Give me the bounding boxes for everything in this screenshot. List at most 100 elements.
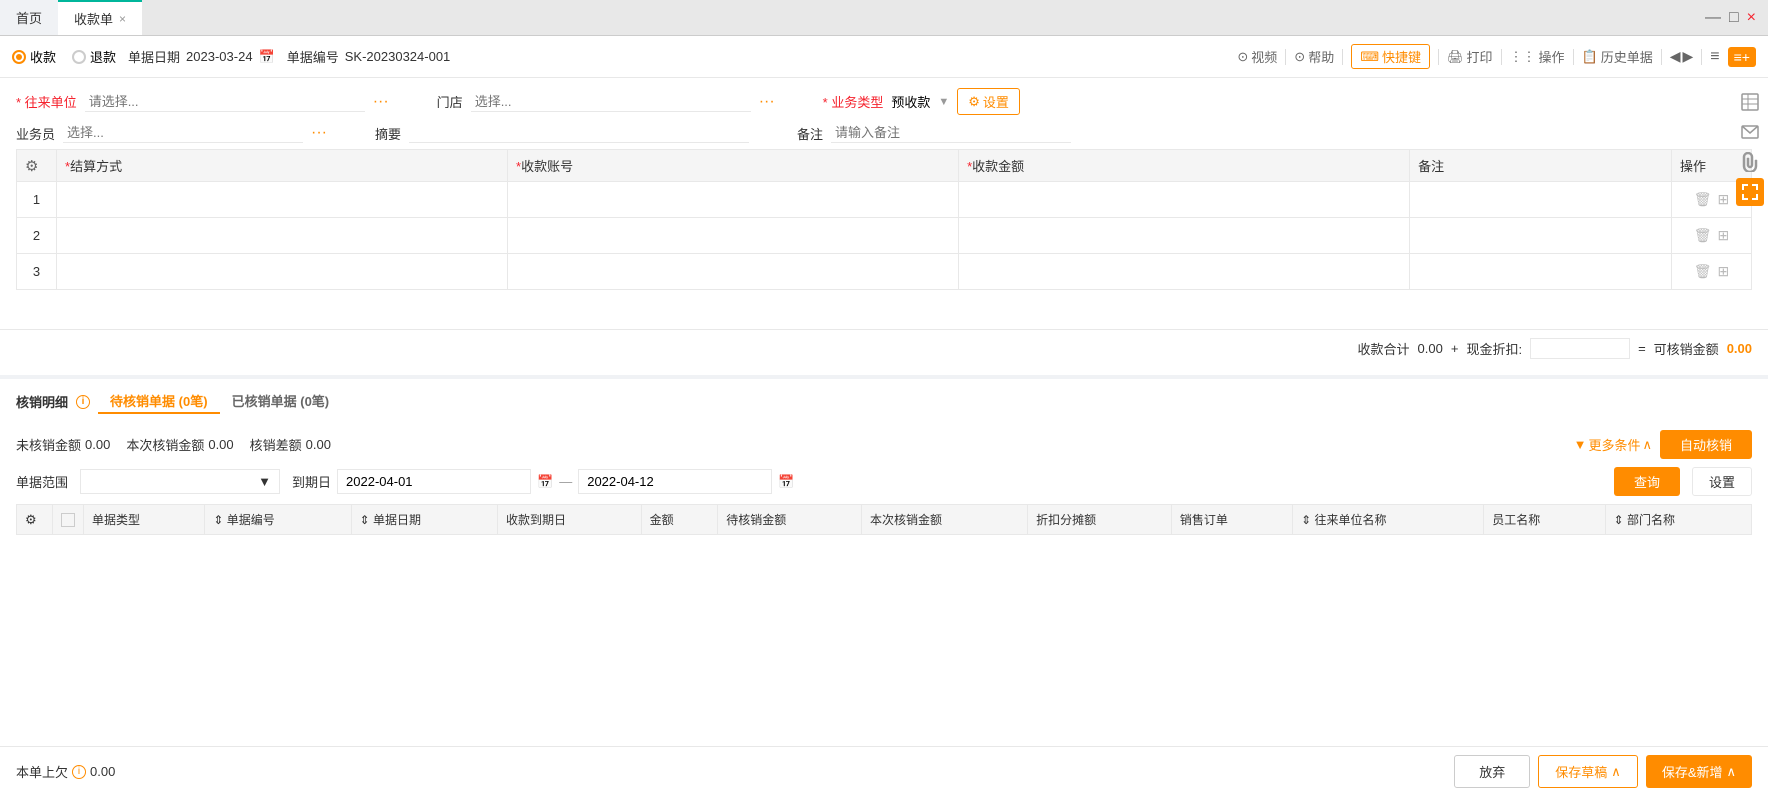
history-btn[interactable]: 📋 历史单据 xyxy=(1582,47,1653,66)
save-draft-button[interactable]: 保存草稿 ∧ xyxy=(1538,755,1638,788)
more-layout-btn[interactable]: ≡+ xyxy=(1728,47,1756,67)
sidebar-clip-icon[interactable] xyxy=(1736,148,1764,176)
tab-pending[interactable]: 待核销单据 (0笔) xyxy=(98,389,220,414)
help-btn[interactable]: ⊙ 帮助 xyxy=(1294,47,1334,66)
uncancelled-label: 未核销金额 xyxy=(16,435,81,454)
row-account-2[interactable] xyxy=(508,218,959,254)
radio-refund[interactable]: 退款 xyxy=(72,47,116,66)
row-note-2[interactable] xyxy=(1410,218,1672,254)
radio-receipt[interactable]: 收款 xyxy=(12,47,56,66)
auto-verify-btn[interactable]: 自动核销 xyxy=(1660,430,1752,459)
due-to-input[interactable] xyxy=(578,469,772,494)
calendar-to-icon[interactable]: 📅 xyxy=(778,474,794,490)
row-settlement-1[interactable] xyxy=(57,182,508,218)
shortcut-btn[interactable]: ⌨ 快捷键 xyxy=(1351,44,1430,69)
more-conditions-arrow: ∧ xyxy=(1642,437,1652,453)
staff-more-icon[interactable]: ··· xyxy=(311,125,327,141)
tab-close-icon[interactable]: × xyxy=(119,12,126,26)
row-settlement-2[interactable] xyxy=(57,218,508,254)
save-draft-label: 保存草稿 xyxy=(1555,762,1607,781)
row-note-1[interactable] xyxy=(1410,182,1672,218)
row-account-3[interactable] xyxy=(508,254,959,290)
calendar-icon[interactable]: 📅 xyxy=(259,49,275,65)
sidebar-expand-icon[interactable] xyxy=(1736,178,1764,206)
keyboard-icon: ⌨ xyxy=(1360,49,1379,65)
verify-gear-icon[interactable]: ⚙ xyxy=(25,512,37,527)
row-copy-1[interactable]: ⊞ xyxy=(1718,191,1730,208)
save-new-arrow: ∧ xyxy=(1726,764,1736,780)
row-delete-2[interactable]: 🗑 xyxy=(1694,227,1712,244)
bottom-info-icon[interactable]: i xyxy=(72,765,86,779)
business-type-dropdown[interactable]: 预收款 ▼ xyxy=(891,92,949,111)
query-btn[interactable]: 查询 xyxy=(1614,467,1680,496)
row-amount-3[interactable] xyxy=(959,254,1410,290)
verify-stats: 未核销金额 0.00 本次核销金额 0.00 核销差额 0.00 ▼ 更多条件 … xyxy=(16,422,1752,467)
row-copy-3[interactable]: ⊞ xyxy=(1718,263,1730,280)
sidebar-table-icon[interactable] xyxy=(1736,88,1764,116)
more-conditions-btn[interactable]: ▼ 更多条件 ∧ xyxy=(1574,435,1652,454)
header-checkbox[interactable] xyxy=(61,513,75,527)
tab-bar: 首页 收款单 × — □ × xyxy=(0,0,1768,36)
row-amount-2[interactable] xyxy=(959,218,1410,254)
row-settlement-3[interactable] xyxy=(57,254,508,290)
store-more-icon[interactable]: ··· xyxy=(759,94,775,110)
row-note-3[interactable] xyxy=(1410,254,1672,290)
verify-settings-btn[interactable]: 设置 xyxy=(1692,467,1752,496)
nav-left-icon[interactable]: ◀ xyxy=(1670,48,1681,65)
table-row: 2 🗑 ⊞ xyxy=(17,218,1752,254)
equals-sign: = xyxy=(1638,341,1646,356)
save-draft-arrow: ∧ xyxy=(1611,764,1621,780)
verify-col-pending: 待核销金额 xyxy=(718,505,862,535)
divider-5 xyxy=(1573,49,1574,65)
done-count: (0笔) xyxy=(300,394,329,409)
calendar-from-icon[interactable]: 📅 xyxy=(537,474,553,490)
row-amount-1[interactable] xyxy=(959,182,1410,218)
verify-col-partner: ⇕ 往来单位名称 xyxy=(1293,505,1484,535)
settings-label: 设置 xyxy=(983,92,1009,111)
store-input[interactable] xyxy=(471,92,751,112)
info-icon[interactable]: i xyxy=(76,395,90,409)
video-btn[interactable]: ⊙ 视频 xyxy=(1237,47,1277,66)
discard-button[interactable]: 放弃 xyxy=(1454,755,1530,788)
table-header-gear[interactable]: ⚙ xyxy=(17,150,57,182)
tab-home[interactable]: 首页 xyxy=(0,0,58,35)
total-label: 收款合计 xyxy=(1358,339,1410,358)
table-row: 1 🗑 ⊞ xyxy=(17,182,1752,218)
gear-icon[interactable]: ⚙ xyxy=(25,158,38,175)
window-maximize-icon[interactable]: □ xyxy=(1729,9,1739,27)
row-copy-2[interactable]: ⊞ xyxy=(1718,227,1730,244)
note-input[interactable] xyxy=(831,123,1071,143)
discount-input[interactable] xyxy=(1530,338,1630,359)
staff-input[interactable] xyxy=(63,123,303,143)
divider-7 xyxy=(1701,49,1702,65)
nav-right-icon[interactable]: ▶ xyxy=(1683,48,1694,65)
row-delete-3[interactable]: 🗑 xyxy=(1694,263,1712,280)
operation-btn[interactable]: ⋮⋮ 操作 xyxy=(1510,47,1565,66)
save-new-label: 保存&新增 xyxy=(1662,762,1723,781)
partner-input[interactable] xyxy=(85,92,365,112)
tab-receipt[interactable]: 收款单 × xyxy=(58,0,142,35)
partner-more-icon[interactable]: ··· xyxy=(373,94,389,110)
due-from-input[interactable] xyxy=(337,469,531,494)
available-label: 可核销金额 xyxy=(1654,339,1719,358)
row-action-3: 🗑 ⊞ xyxy=(1672,254,1752,290)
tab-done[interactable]: 已核销单据 (0笔) xyxy=(220,389,342,414)
toolbar: 收款 退款 单据日期 2023-03-24 📅 单据编号 SK-20230324… xyxy=(0,36,1768,78)
plus-sign: + xyxy=(1451,341,1459,356)
tab-receipt-label: 收款单 xyxy=(74,9,113,28)
settings-button[interactable]: ⚙ 设置 xyxy=(957,88,1020,115)
layout-btn[interactable]: ≡ xyxy=(1710,48,1719,66)
window-close-icon[interactable]: × xyxy=(1747,9,1756,27)
business-type-label: * 业务类型 xyxy=(823,92,884,111)
save-new-button[interactable]: 保存&新增 ∧ xyxy=(1646,755,1752,788)
verify-col-gear[interactable]: ⚙ xyxy=(17,505,53,535)
sidebar-mail-icon[interactable] xyxy=(1736,118,1764,146)
window-minimize-icon[interactable]: — xyxy=(1705,9,1721,27)
verify-data-table: ⚙ 单据类型 ⇕ 单据编号 ⇕ 单据日期 收款到期日 金额 待核销金额 本次核销… xyxy=(16,504,1752,535)
row-delete-1[interactable]: 🗑 xyxy=(1694,191,1712,208)
range-select[interactable]: ▼ xyxy=(80,469,280,494)
print-btn[interactable]: 🖨 打印 xyxy=(1447,47,1493,66)
verify-col-due: 收款到期日 xyxy=(497,505,641,535)
row-account-1[interactable] xyxy=(508,182,959,218)
summary-input[interactable] xyxy=(409,123,749,143)
